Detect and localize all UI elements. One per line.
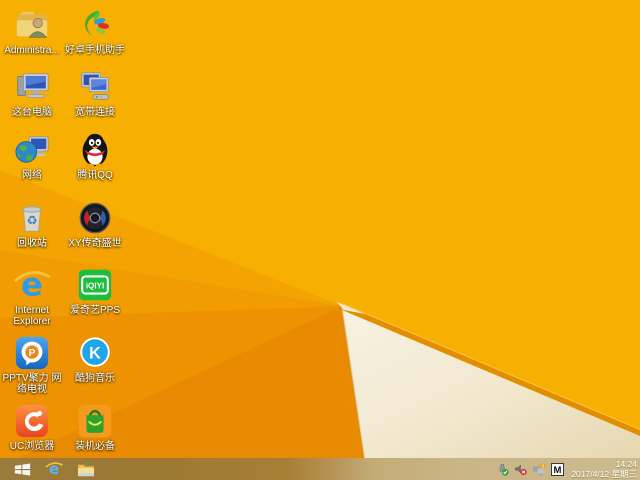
software-bag-icon xyxy=(76,402,114,440)
network-alert-icon[interactable] xyxy=(532,463,546,476)
desktop-icon-label: 回收站 xyxy=(0,238,64,249)
kugou-k-glyph: K xyxy=(89,345,101,363)
taskbar-file-explorer-button[interactable] xyxy=(72,458,100,480)
this-pc-icon xyxy=(13,68,51,106)
desktop-icon-qq[interactable]: 腾讯QQ xyxy=(63,131,127,181)
desktop-icon-label: Administra... xyxy=(0,45,64,56)
desktop-icon-label: Internet Explorer xyxy=(0,305,64,327)
clock-date: 2017/4/12 星期三 xyxy=(565,469,637,479)
desktop-icon-internet-explorer[interactable]: e Internet Explorer xyxy=(0,266,64,327)
desktop-icon-haozhuo-assistant[interactable]: 好卓手机助手 xyxy=(63,6,127,56)
broadband-icon xyxy=(76,68,114,106)
desktop-icon-label: 酷狗音乐 xyxy=(63,373,127,384)
desktop-icon-kugou[interactable]: K 酷狗音乐 xyxy=(63,334,127,384)
desktop-icon-uc-browser[interactable]: UC浏览器 xyxy=(0,402,64,452)
desktop-icon-label: 这台电脑 xyxy=(0,107,64,118)
haozhuo-logo-icon xyxy=(76,6,114,44)
iqiyi-wordmark: iQIYI xyxy=(86,281,104,290)
desktop-icon-administrator[interactable]: Administra... xyxy=(0,6,64,56)
desktop-icon-xy-game[interactable]: XY传奇盛世 xyxy=(63,199,127,249)
desktop-icon-recycle-bin[interactable]: ♻ 回收站 xyxy=(0,199,64,249)
desktop-icon-network[interactable]: 网络 xyxy=(0,131,64,181)
system-tray: M xyxy=(496,458,564,480)
network-icon xyxy=(13,131,51,169)
kugou-icon: K xyxy=(76,334,114,372)
user-folder-icon xyxy=(13,6,51,44)
desktop-icon-label: UC浏览器 xyxy=(0,441,64,452)
desktop-icon-label: 腾讯QQ xyxy=(63,170,127,181)
desktop-icon-label: 宽带连接 xyxy=(63,107,127,118)
taskbar-ie-button[interactable]: e xyxy=(40,458,68,480)
desktop-icon-label: 装机必备 xyxy=(63,441,127,452)
qq-penguin-icon xyxy=(76,131,114,169)
desktop-screen: Administra... 好卓手机助手 这台电脑 xyxy=(0,0,640,480)
desktop-icon-broadband[interactable]: 宽带连接 xyxy=(63,68,127,118)
desktop-icon-this-pc[interactable]: 这台电脑 xyxy=(0,68,64,118)
ie-icon: e xyxy=(45,460,63,478)
desktop-icon-pptv[interactable]: P PPTV聚力 网络电视 xyxy=(0,334,64,395)
desktop-icon-label: 网络 xyxy=(0,170,64,181)
desktop-icon-label: XY传奇盛世 xyxy=(63,238,127,249)
desktop-icon-label: 爱奇艺PPS xyxy=(63,305,127,316)
folder-icon xyxy=(77,461,95,477)
recycle-bin-icon: ♻ xyxy=(13,199,51,237)
desktop-icon-software-essentials[interactable]: 装机必备 xyxy=(63,402,127,452)
ie-icon: e xyxy=(13,266,51,304)
taskbar-clock[interactable]: 14:24 2017/4/12 星期三 xyxy=(565,459,637,479)
usb-safely-remove-icon[interactable] xyxy=(496,463,509,476)
taskbar: e xyxy=(0,458,640,480)
iqiyi-icon: iQIYI xyxy=(76,266,114,304)
pptv-icon: P xyxy=(13,334,51,372)
desktop-icon-label: 好卓手机助手 xyxy=(63,45,127,56)
start-button[interactable] xyxy=(8,458,36,480)
input-method-indicator[interactable]: M xyxy=(551,463,564,476)
volume-muted-icon[interactable] xyxy=(514,463,527,476)
xy-game-icon xyxy=(76,199,114,237)
clock-time: 14:24 xyxy=(565,459,637,469)
desktop-icon-label: PPTV聚力 网络电视 xyxy=(0,373,64,395)
pptv-p-glyph: P xyxy=(29,348,36,359)
uc-browser-icon xyxy=(13,402,51,440)
windows-logo-icon xyxy=(14,461,31,478)
recycle-glyph: ♻ xyxy=(26,214,37,228)
desktop-icon-iqiyi-pps[interactable]: iQIYI 爱奇艺PPS xyxy=(63,266,127,316)
ime-letter: M xyxy=(554,465,562,476)
